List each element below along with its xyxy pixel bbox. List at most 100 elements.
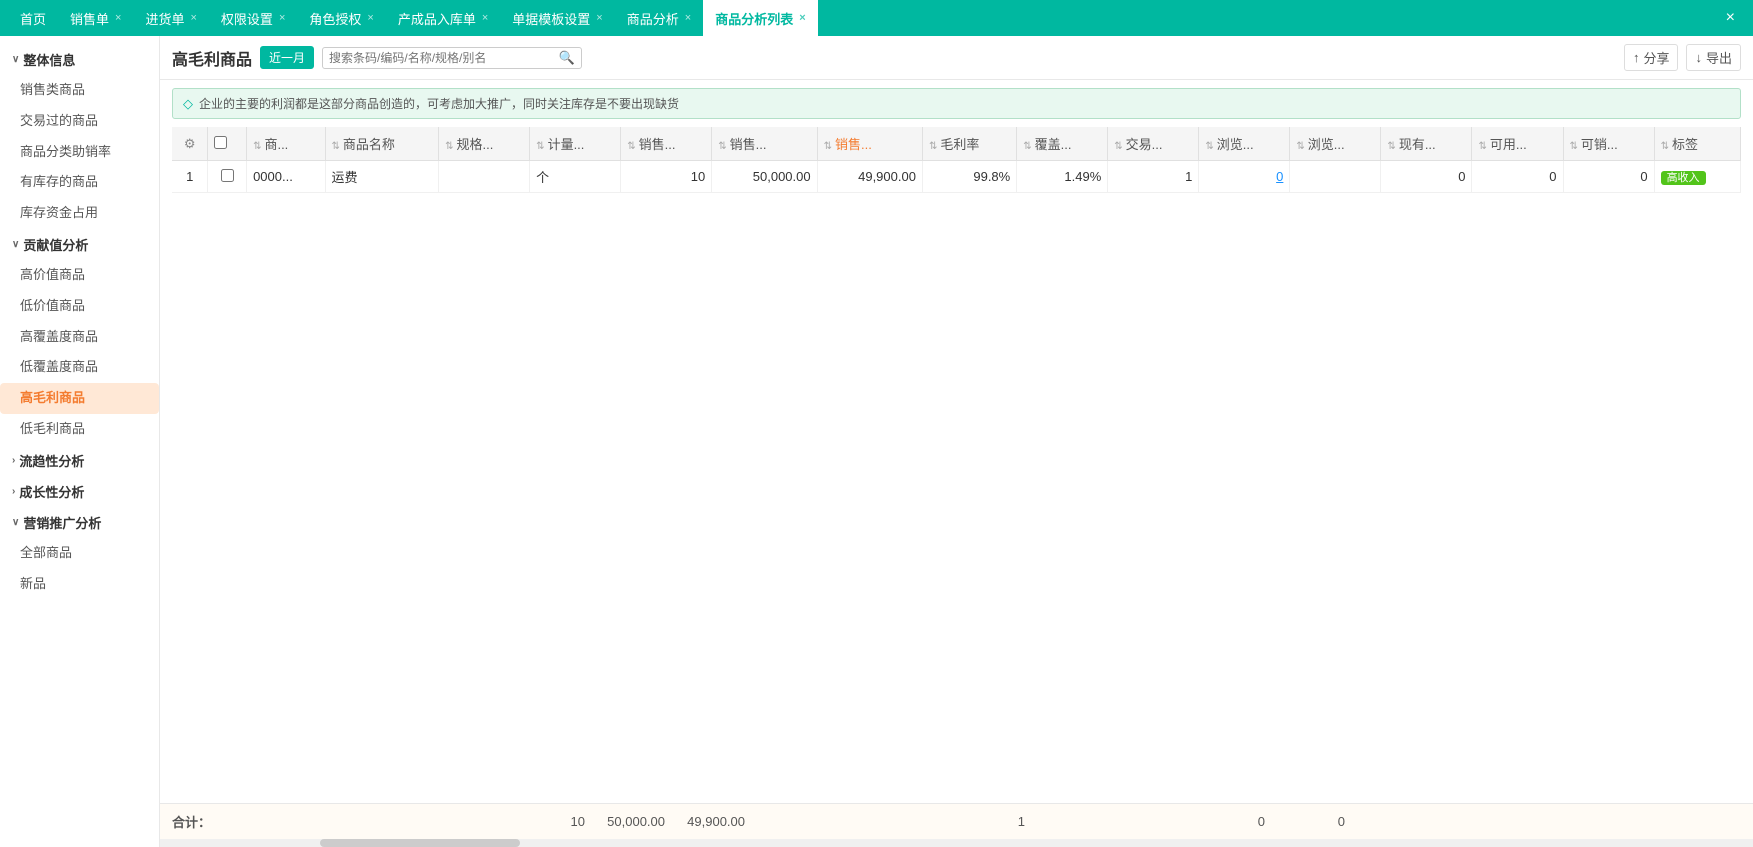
- export-button[interactable]: ↓ 导出: [1686, 44, 1741, 71]
- column-code[interactable]: ⇅商...: [247, 127, 325, 161]
- sidebar-item-stock-capital[interactable]: 库存资金占用: [0, 198, 159, 229]
- row-view1[interactable]: 0: [1199, 161, 1290, 193]
- sidebar-item-low-coverage[interactable]: 低覆盖度商品: [0, 352, 159, 383]
- footer-available-stock: 0: [1271, 814, 1351, 829]
- info-icon: ◇: [183, 96, 193, 112]
- table-area: ⚙ ⇅商... ⇅商品名称 ⇅规格... ⇅计量... ⇅销售... ⇅销售..…: [160, 127, 1753, 803]
- share-icon: ↑: [1633, 50, 1640, 65]
- sidebar-group-growth[interactable]: › 成长性分析: [0, 476, 159, 507]
- column-tag[interactable]: ⇅标签: [1654, 127, 1740, 161]
- row-view2: [1290, 161, 1381, 193]
- sidebar-item-category-rate[interactable]: 商品分类助销率: [0, 137, 159, 168]
- horizontal-scrollbar[interactable]: [160, 839, 1753, 847]
- column-sales-qty[interactable]: ⇅销售...: [621, 127, 712, 161]
- main-area: ∨ 整体信息 销售类商品 交易过的商品 商品分类助销率 有库存的商品 库存资金占…: [0, 36, 1753, 847]
- row-margin-rate: 99.8%: [922, 161, 1016, 193]
- search-input[interactable]: [329, 51, 559, 65]
- column-sellable-stock[interactable]: ⇅可销...: [1563, 127, 1654, 161]
- nav-close-icon[interactable]: ×: [279, 12, 285, 24]
- sidebar-item-high-margin[interactable]: 高毛利商品: [0, 383, 159, 414]
- column-unit[interactable]: ⇅计量...: [530, 127, 621, 161]
- nav-home[interactable]: 首页: [8, 0, 58, 36]
- footer-label: 合计：: [172, 812, 211, 831]
- sidebar-group-marketing[interactable]: ∨ 营销推广分析: [0, 507, 159, 538]
- column-current-stock[interactable]: ⇅现有...: [1381, 127, 1472, 161]
- sidebar-item-traded-goods[interactable]: 交易过的商品: [0, 106, 159, 137]
- row-sales-cost: 49,900.00: [817, 161, 922, 193]
- nav-permission-settings[interactable]: 权限设置 ×: [209, 0, 297, 36]
- column-trade[interactable]: ⇅交易...: [1108, 127, 1199, 161]
- chevron-right-icon: ›: [12, 486, 15, 497]
- nav-purchase-order[interactable]: 进货单 ×: [133, 0, 208, 36]
- footer-sales-amount: 50,000.00: [591, 814, 671, 829]
- column-checkbox[interactable]: [208, 127, 247, 161]
- page-title: 高毛利商品: [172, 46, 252, 70]
- row-index: 1: [172, 161, 208, 193]
- row-name: 运费: [325, 161, 439, 193]
- nav-close-icon-active[interactable]: ×: [799, 12, 805, 24]
- chevron-down-icon: ∨: [12, 517, 19, 528]
- sidebar-group-overall[interactable]: ∨ 整体信息: [0, 44, 159, 75]
- nav-template-settings[interactable]: 单据模板设置 ×: [500, 0, 614, 36]
- table-row: 1 0000... 运费 个 10 50,000.00 49,900.00 99…: [172, 161, 1741, 193]
- row-sellable-stock: 0: [1563, 161, 1654, 193]
- sidebar-item-high-coverage[interactable]: 高覆盖度商品: [0, 322, 159, 353]
- sidebar-item-in-stock-goods[interactable]: 有库存的商品: [0, 167, 159, 198]
- column-sales-cost[interactable]: ⇅销售...: [817, 127, 922, 161]
- chevron-down-icon: ∨: [12, 239, 19, 250]
- column-name[interactable]: ⇅商品名称: [325, 127, 439, 161]
- row-unit: 个: [530, 161, 621, 193]
- footer-sales-qty: 10: [511, 814, 591, 829]
- nav-close-icon[interactable]: ×: [115, 12, 121, 24]
- column-margin-rate[interactable]: ⇅毛利率: [922, 127, 1016, 161]
- nav-role-auth[interactable]: 角色授权 ×: [297, 0, 385, 36]
- hint-bar: ◇ 企业的主要的利润都是这部分商品创造的，可考虑加大推广，同时关注库存是不要出现…: [172, 88, 1741, 119]
- sidebar-item-sales-goods[interactable]: 销售类商品: [0, 75, 159, 106]
- search-icon[interactable]: 🔍: [559, 50, 575, 66]
- search-box: 🔍: [322, 47, 582, 69]
- sidebar-group-trend[interactable]: › 流趋性分析: [0, 445, 159, 476]
- data-table: ⚙ ⇅商... ⇅商品名称 ⇅规格... ⇅计量... ⇅销售... ⇅销售..…: [172, 127, 1741, 193]
- share-button[interactable]: ↑ 分享: [1624, 44, 1679, 71]
- nav-sales-order[interactable]: 销售单 ×: [58, 0, 133, 36]
- chevron-down-icon: ∨: [12, 54, 19, 65]
- nav-product-analysis-list[interactable]: 商品分析列表 ×: [703, 0, 817, 36]
- sidebar-item-high-value[interactable]: 高价值商品: [0, 260, 159, 291]
- nav-close-icon[interactable]: ×: [190, 12, 196, 24]
- row-sales-qty: 10: [621, 161, 712, 193]
- export-icon: ↓: [1695, 50, 1702, 65]
- nav-close-icon[interactable]: ×: [685, 12, 691, 24]
- row-sales-amount: 50,000.00: [712, 161, 817, 193]
- column-settings[interactable]: ⚙: [172, 127, 208, 161]
- nav-close-icon[interactable]: ×: [367, 12, 373, 24]
- row-code: 0000...: [247, 161, 325, 193]
- row-checkbox[interactable]: [208, 161, 247, 193]
- column-available-stock[interactable]: ⇅可用...: [1472, 127, 1563, 161]
- nav-product-analysis[interactable]: 商品分析 ×: [615, 0, 703, 36]
- row-trade: 1: [1108, 161, 1199, 193]
- footer-sales-cost: 49,900.00: [671, 814, 751, 829]
- sidebar-item-low-value[interactable]: 低价值商品: [0, 291, 159, 322]
- column-view1[interactable]: ⇅浏览...: [1199, 127, 1290, 161]
- select-all-checkbox[interactable]: [214, 136, 227, 149]
- nav-close-icon[interactable]: ×: [596, 12, 602, 24]
- sidebar-group-contribution[interactable]: ∨ 贡献值分析: [0, 229, 159, 260]
- nav-product-inbound[interactable]: 产成品入库单 ×: [386, 0, 500, 36]
- sidebar-item-new-goods[interactable]: 新品: [0, 569, 159, 600]
- nav-close-all-button[interactable]: ×: [1716, 9, 1745, 27]
- column-view2[interactable]: ⇅浏览...: [1290, 127, 1381, 161]
- row-spec: [439, 161, 530, 193]
- nav-close-icon[interactable]: ×: [482, 12, 488, 24]
- column-spec[interactable]: ⇅规格...: [439, 127, 530, 161]
- row-tag: 高收入: [1654, 161, 1740, 193]
- period-month-button[interactable]: 近一月: [260, 46, 314, 69]
- column-sales-amount[interactable]: ⇅销售...: [712, 127, 817, 161]
- sidebar-item-low-margin[interactable]: 低毛利商品: [0, 414, 159, 445]
- column-coverage[interactable]: ⇅覆盖...: [1017, 127, 1108, 161]
- row-available-stock: 0: [1472, 161, 1563, 193]
- row-coverage: 1.49%: [1017, 161, 1108, 193]
- sidebar-item-all-goods[interactable]: 全部商品: [0, 538, 159, 569]
- scrollbar-thumb[interactable]: [320, 839, 520, 847]
- footer-values: 10 50,000.00 49,900.00 1 0 0: [231, 814, 1741, 829]
- footer-bar: 合计： 10 50,000.00 49,900.00 1 0 0: [160, 803, 1753, 839]
